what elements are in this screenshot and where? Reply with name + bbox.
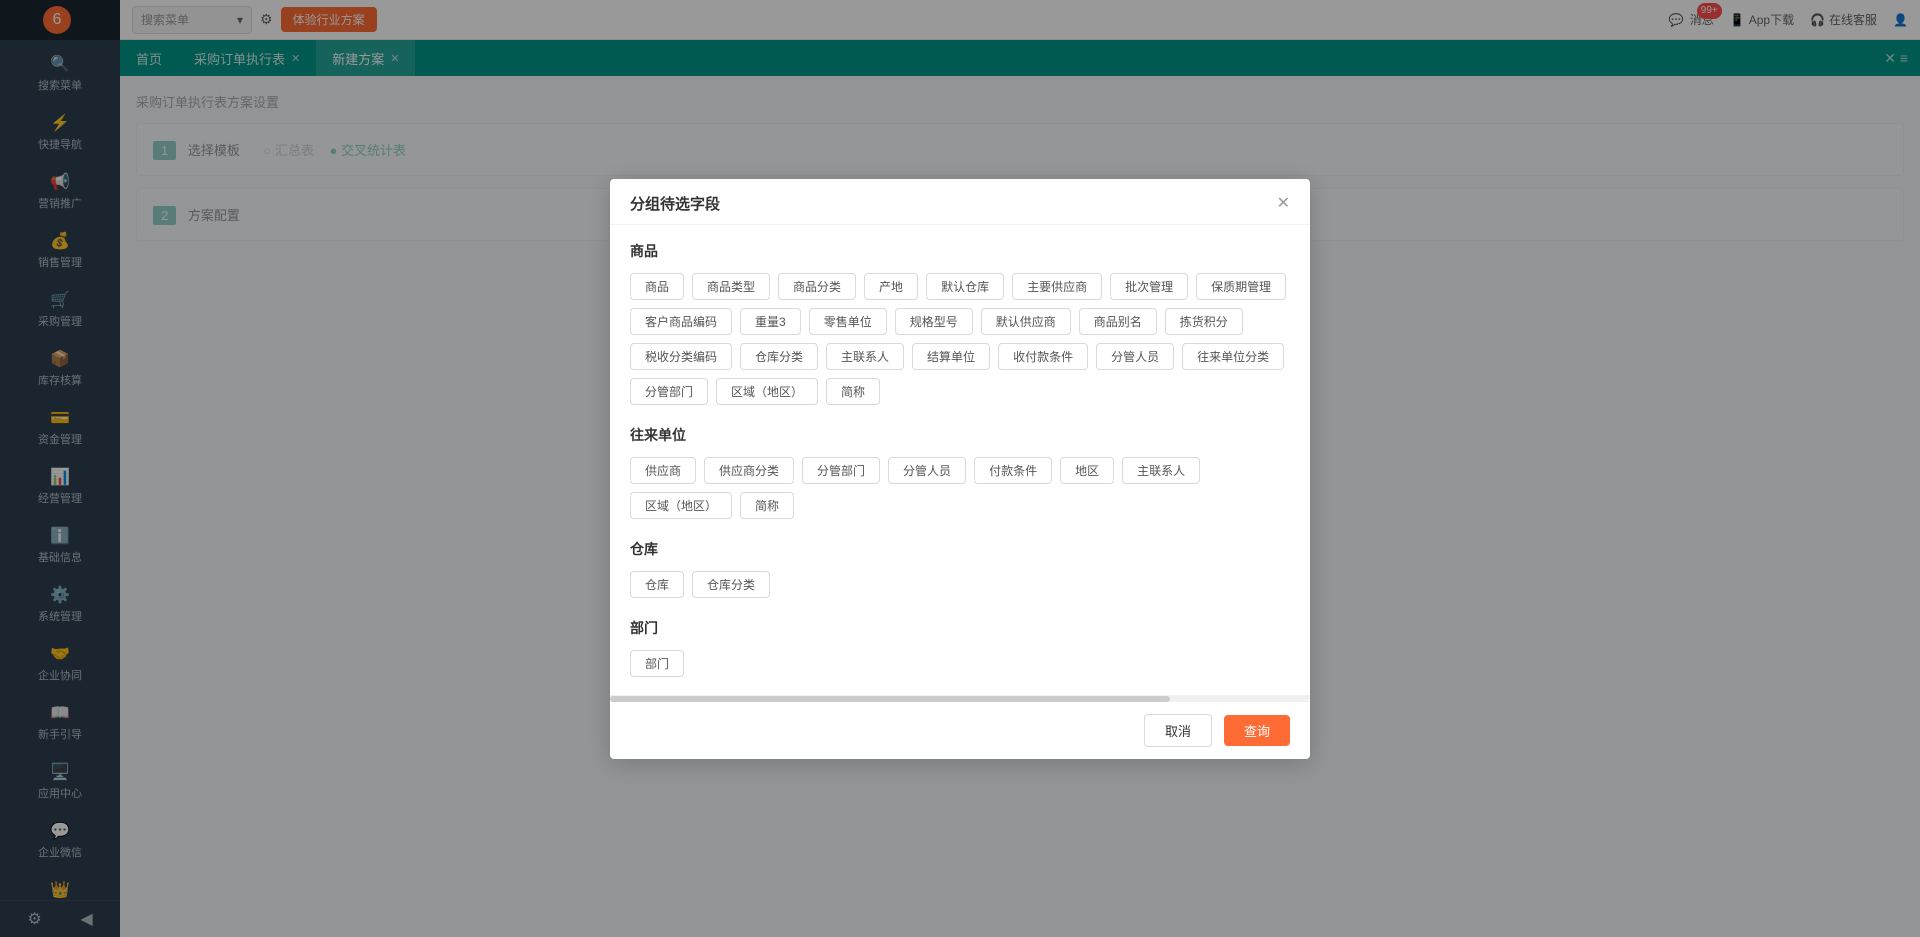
field-tags-3: 部门 <box>630 650 1290 677</box>
field-tag-0-16[interactable]: 仓库分类 <box>740 343 818 370</box>
field-tag-0-9[interactable]: 重量3 <box>740 308 801 335</box>
field-tag-1-7[interactable]: 区域（地区） <box>630 492 732 519</box>
field-tag-0-8[interactable]: 客户商品编码 <box>630 308 732 335</box>
field-tag-3-0[interactable]: 部门 <box>630 650 684 677</box>
field-tag-0-23[interactable]: 区域（地区） <box>716 378 818 405</box>
confirm-button[interactable]: 查询 <box>1224 715 1290 746</box>
field-tag-0-13[interactable]: 商品别名 <box>1079 308 1157 335</box>
modal-overlay: 分组待选字段 ✕ 商品商品商品类型商品分类产地默认仓库主要供应商批次管理保质期管… <box>0 0 1920 937</box>
field-tag-0-11[interactable]: 规格型号 <box>895 308 973 335</box>
field-tag-0-21[interactable]: 往来单位分类 <box>1182 343 1284 370</box>
field-group-3: 部门部门 <box>630 618 1290 677</box>
field-group-title-1: 往来单位 <box>630 425 1290 445</box>
field-tag-2-1[interactable]: 仓库分类 <box>692 571 770 598</box>
modal-footer: 取消 查询 <box>610 701 1310 759</box>
field-tag-0-6[interactable]: 批次管理 <box>1110 273 1188 300</box>
field-tag-0-18[interactable]: 结算单位 <box>912 343 990 370</box>
field-selector-modal: 分组待选字段 ✕ 商品商品商品类型商品分类产地默认仓库主要供应商批次管理保质期管… <box>610 179 1310 759</box>
field-tags-0: 商品商品类型商品分类产地默认仓库主要供应商批次管理保质期管理客户商品编码重量3 零… <box>630 273 1290 405</box>
field-group-2: 仓库仓库仓库分类 <box>630 539 1290 598</box>
modal-body: 商品商品商品类型商品分类产地默认仓库主要供应商批次管理保质期管理客户商品编码重量… <box>610 225 1310 696</box>
field-tag-1-5[interactable]: 地区 <box>1060 457 1114 484</box>
field-tag-1-6[interactable]: 主联系人 <box>1122 457 1200 484</box>
field-tag-0-5[interactable]: 主要供应商 <box>1012 273 1102 300</box>
field-tag-0-10[interactable]: 零售单位 <box>809 308 887 335</box>
field-group-0: 商品商品商品类型商品分类产地默认仓库主要供应商批次管理保质期管理客户商品编码重量… <box>630 241 1290 405</box>
field-group-title-3: 部门 <box>630 618 1290 638</box>
field-group-title-2: 仓库 <box>630 539 1290 559</box>
field-tag-0-20[interactable]: 分管人员 <box>1096 343 1174 370</box>
cancel-button[interactable]: 取消 <box>1144 714 1212 747</box>
field-tag-0-15[interactable]: 税收分类编码 <box>630 343 732 370</box>
field-tag-0-0[interactable]: 商品 <box>630 273 684 300</box>
modal-close-icon[interactable]: ✕ <box>1277 193 1290 213</box>
modal-header: 分组待选字段 ✕ <box>610 179 1310 225</box>
field-group-1: 往来单位供应商供应商分类分管部门分管人员付款条件地区主联系人区域（地区） 简称 <box>630 425 1290 519</box>
field-tag-1-4[interactable]: 付款条件 <box>974 457 1052 484</box>
field-tag-2-0[interactable]: 仓库 <box>630 571 684 598</box>
horizontal-scrollbar[interactable] <box>610 695 1310 700</box>
field-tag-0-2[interactable]: 商品分类 <box>778 273 856 300</box>
field-tag-0-14[interactable]: 拣货积分 <box>1165 308 1243 335</box>
field-tag-1-0[interactable]: 供应商 <box>630 457 696 484</box>
field-tag-0-12[interactable]: 默认供应商 <box>981 308 1071 335</box>
field-tag-1-3[interactable]: 分管人员 <box>888 457 966 484</box>
modal-title: 分组待选字段 <box>630 193 720 214</box>
field-tags-2: 仓库仓库分类 <box>630 571 1290 598</box>
field-tag-0-22[interactable]: 分管部门 <box>630 378 708 405</box>
field-tags-1: 供应商供应商分类分管部门分管人员付款条件地区主联系人区域（地区） 简称 <box>630 457 1290 519</box>
field-tag-0-17[interactable]: 主联系人 <box>826 343 904 370</box>
h-scrollbar-thumb <box>610 696 1170 702</box>
field-tag-0-1[interactable]: 商品类型 <box>692 273 770 300</box>
field-tag-1-8[interactable]: 简称 <box>740 492 794 519</box>
field-tag-1-2[interactable]: 分管部门 <box>802 457 880 484</box>
field-tag-0-4[interactable]: 默认仓库 <box>926 273 1004 300</box>
field-tag-0-7[interactable]: 保质期管理 <box>1196 273 1286 300</box>
field-group-title-0: 商品 <box>630 241 1290 261</box>
field-tag-0-24[interactable]: 简称 <box>826 378 880 405</box>
field-tag-0-3[interactable]: 产地 <box>864 273 918 300</box>
field-tag-1-1[interactable]: 供应商分类 <box>704 457 794 484</box>
field-tag-0-19[interactable]: 收付款条件 <box>998 343 1088 370</box>
